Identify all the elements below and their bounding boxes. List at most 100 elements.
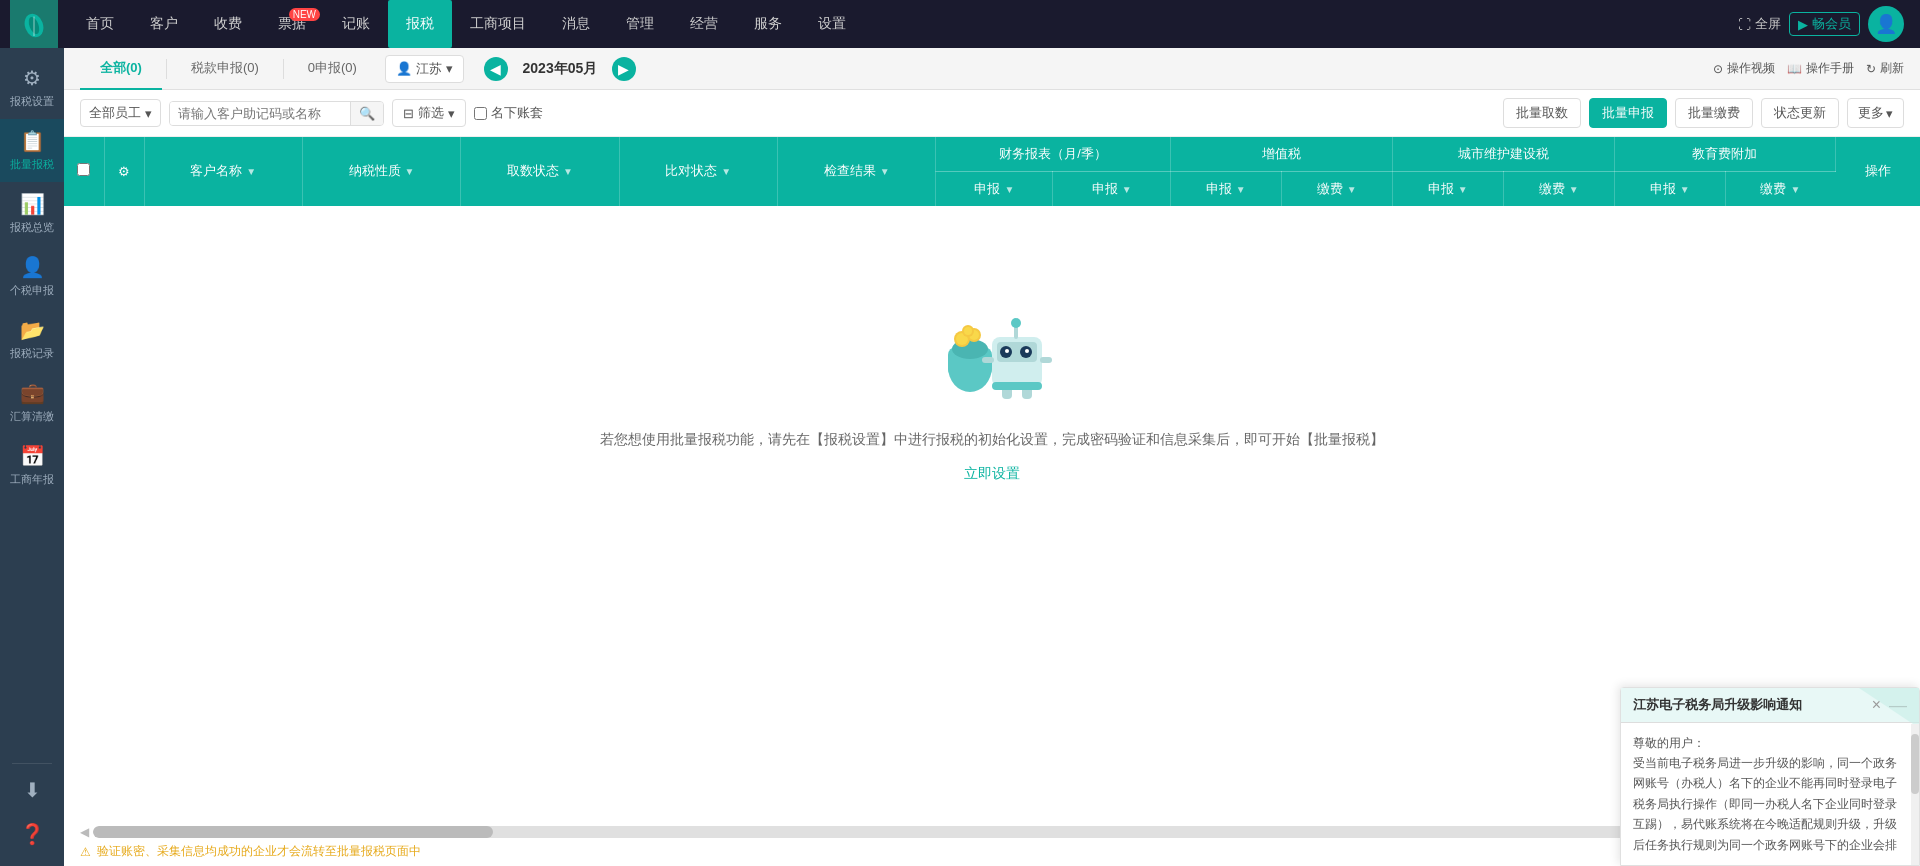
th-financial-report: 财务报表（月/季） <box>936 137 1170 172</box>
dropdown-icon: ▾ <box>145 106 152 121</box>
th-fetch-status: 取数状态▼ <box>461 137 619 206</box>
customer-search: 🔍 <box>169 101 384 126</box>
next-month-btn[interactable]: ▶ <box>612 57 636 81</box>
tab-zero-declare[interactable]: 0申报(0) <box>288 48 377 90</box>
batch-declare-button[interactable]: 批量申报 <box>1589 98 1667 128</box>
book-icon: 📖 <box>1787 62 1802 76</box>
vip-icon: ▶ <box>1798 17 1808 32</box>
status-update-button[interactable]: 状态更新 <box>1761 98 1839 128</box>
tax-settings-icon: ⚙ <box>23 66 41 90</box>
nav-customer[interactable]: 客户 <box>132 0 196 48</box>
filter-button[interactable]: ⊟ 筛选 ▾ <box>392 99 466 127</box>
prev-month-btn[interactable]: ◀ <box>484 57 508 81</box>
nav-message[interactable]: 消息 <box>544 0 608 48</box>
invoice-badge: NEW <box>289 8 320 21</box>
nav-invoice[interactable]: 票据 NEW <box>260 0 324 48</box>
nav-items: 首页 客户 收费 票据 NEW 记账 报税 工商项目 消息 管理 经营 服务 设… <box>68 0 1738 48</box>
nav-accounting[interactable]: 记账 <box>324 0 388 48</box>
svg-marker-25 <box>1859 688 1919 728</box>
top-nav-right: ⛶ 全屏 ▶ 畅会员 👤 <box>1738 6 1904 42</box>
sort-icon: ▼ <box>1680 184 1690 195</box>
tab-right-actions: ⊙ 操作视频 📖 操作手册 ↻ 刷新 <box>1713 60 1904 77</box>
sort-icon: ▼ <box>1458 184 1468 195</box>
th-vat: 增值税 <box>1170 137 1392 172</box>
svg-point-17 <box>1025 349 1029 353</box>
nav-operation[interactable]: 经营 <box>672 0 736 48</box>
batch-fetch-button[interactable]: 批量取数 <box>1503 98 1581 128</box>
th-compare-status: 比对状态▼ <box>619 137 777 206</box>
batch-pay-button[interactable]: 批量缴费 <box>1675 98 1753 128</box>
tab-all[interactable]: 全部(0) <box>80 48 162 90</box>
refresh-link[interactable]: ↻ 刷新 <box>1866 60 1904 77</box>
sidebar-item-tax-records[interactable]: 📂 报税记录 <box>0 308 64 371</box>
tab-divider-2 <box>283 59 284 79</box>
nav-service[interactable]: 服务 <box>736 0 800 48</box>
sidebar-item-settlement[interactable]: 💼 汇算清缴 <box>0 371 64 434</box>
data-table: ⚙ 客户名称▼ 纳税性质▼ 取数状态▼ 比对状态▼ <box>64 137 1920 563</box>
refresh-icon: ↻ <box>1866 62 1876 76</box>
sort-icon: ▼ <box>563 166 573 177</box>
sidebar-item-label: 报税设置 <box>10 94 54 109</box>
nav-tax[interactable]: 报税 <box>388 0 452 48</box>
search-button[interactable]: 🔍 <box>350 102 383 125</box>
sort-icon: ▼ <box>246 166 256 177</box>
sidebar-item-help[interactable]: ❓ <box>0 812 64 856</box>
table-body: 若您想使用批量报税功能，请先在【报税设置】中进行报税的初始化设置，完成密码验证和… <box>64 206 1920 563</box>
sidebar-item-tax-summary[interactable]: 📊 报税总览 <box>0 182 64 245</box>
svg-point-11 <box>964 327 972 335</box>
toolbar-right-actions: 批量取数 批量申报 批量缴费 状态更新 更多 ▾ <box>1503 98 1904 128</box>
tax-summary-icon: 📊 <box>20 192 45 216</box>
sidebar-item-tax-settings[interactable]: ⚙ 报税设置 <box>0 56 64 119</box>
tab-tax-declare[interactable]: 税款申报(0) <box>171 48 279 90</box>
th-check-result: 检查结果▼ <box>777 137 935 206</box>
fullscreen-btn[interactable]: ⛶ 全屏 <box>1738 15 1781 33</box>
more-chevron-icon: ▾ <box>1886 106 1893 121</box>
user-avatar[interactable]: 👤 <box>1868 6 1904 42</box>
sort-icon: ▼ <box>721 166 731 177</box>
warning-icon: ⚠ <box>80 845 91 859</box>
search-input[interactable] <box>170 102 350 125</box>
notification-scrollbar[interactable] <box>1911 724 1919 865</box>
scroll-left-icon[interactable]: ◀ <box>80 825 89 839</box>
svg-point-16 <box>1005 349 1009 353</box>
name-account-check[interactable] <box>474 107 487 120</box>
nav-settings[interactable]: 设置 <box>800 0 864 48</box>
batch-tax-icon: 📋 <box>20 129 45 153</box>
manual-link[interactable]: 📖 操作手册 <box>1787 60 1854 77</box>
svg-rect-20 <box>982 357 994 363</box>
app-logo[interactable] <box>10 0 58 48</box>
sidebar-item-personal-tax[interactable]: 👤 个税申报 <box>0 245 64 308</box>
notification-body: 尊敬的用户： 受当前电子税务局进一步升级的影响，同一个政务网账号（办税人）名下的… <box>1621 723 1919 865</box>
th-city-construction: 城市维护建设税 <box>1392 137 1614 172</box>
gear-icon[interactable]: ⚙ <box>118 164 130 179</box>
more-button[interactable]: 更多 ▾ <box>1847 98 1904 128</box>
sidebar-item-label: 个税申报 <box>10 283 54 298</box>
nav-home[interactable]: 首页 <box>68 0 132 48</box>
toolbar: 全部员工 ▾ 🔍 ⊟ 筛选 ▾ 名下账套 批量取数 批量申报 批量 <box>64 90 1920 137</box>
filter-chevron-icon: ▾ <box>448 106 455 121</box>
select-all-checkbox[interactable] <box>77 163 90 176</box>
employee-filter-label: 全部员工 <box>89 104 141 122</box>
sort-icon: ▼ <box>1790 184 1800 195</box>
sidebar-item-batch-tax[interactable]: 📋 批量报税 <box>0 119 64 182</box>
empty-state-text: 若您想使用批量报税功能，请先在【报税设置】中进行报税的初始化设置，完成密码验证和… <box>600 431 1384 449</box>
th-gear: ⚙ <box>104 137 144 206</box>
nav-billing[interactable]: 收费 <box>196 0 260 48</box>
vip-btn[interactable]: ▶ 畅会员 <box>1789 12 1860 36</box>
name-account-checkbox[interactable]: 名下账套 <box>474 104 543 122</box>
th-edu-pay: 缴费▼ <box>1725 172 1835 207</box>
sidebar-item-download[interactable]: ⬇ <box>0 768 64 812</box>
svg-point-19 <box>1011 318 1021 328</box>
sidebar-divider <box>12 763 52 764</box>
empty-robot-illustration <box>932 287 1052 407</box>
setup-link[interactable]: 立即设置 <box>964 465 1020 483</box>
nav-manage[interactable]: 管理 <box>608 0 672 48</box>
employee-filter-select[interactable]: 全部员工 ▾ <box>80 99 161 127</box>
notification-scroll-thumb <box>1911 734 1919 794</box>
table-header: ⚙ 客户名称▼ 纳税性质▼ 取数状态▼ 比对状态▼ <box>64 137 1920 206</box>
sidebar-item-annual-report[interactable]: 📅 工商年报 <box>0 434 64 497</box>
nav-bizproject[interactable]: 工商项目 <box>452 0 544 48</box>
region-selector[interactable]: 👤 江苏 ▾ <box>385 55 464 83</box>
video-link[interactable]: ⊙ 操作视频 <box>1713 60 1775 77</box>
notification-title: 江苏电子税务局升级影响通知 <box>1633 696 1802 714</box>
